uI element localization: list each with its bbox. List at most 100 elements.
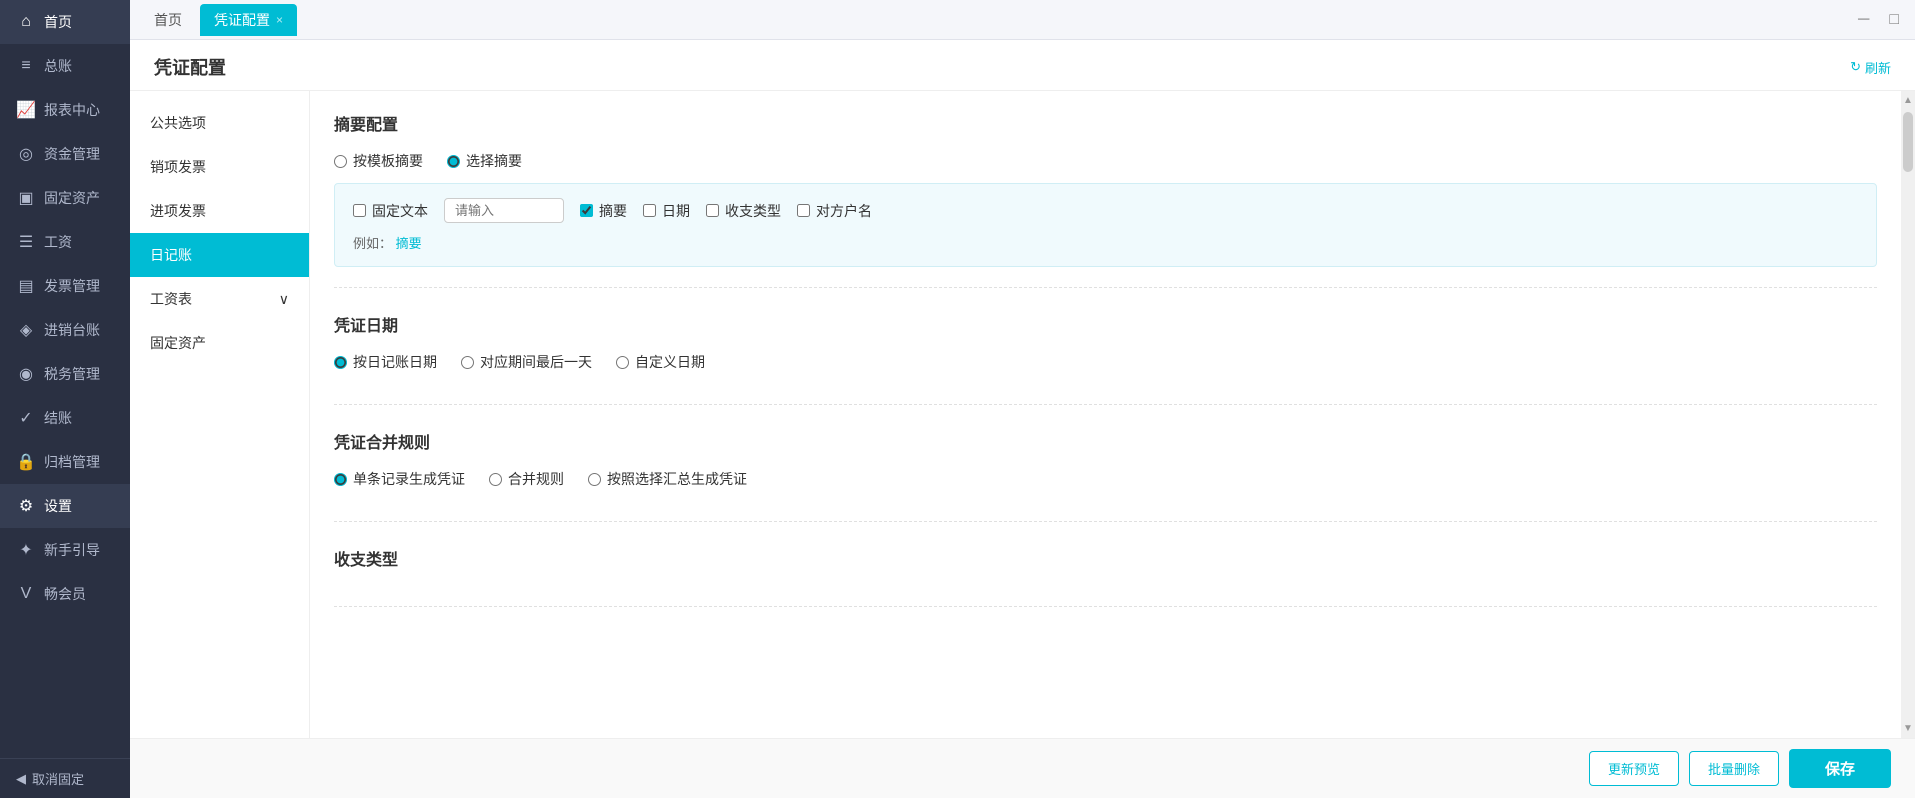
scroll-thumb[interactable] [1903,112,1913,172]
tab-bar: 首页 凭证配置 × ─ □ [130,0,1915,40]
summary-mode-options: 按模板摘要 选择摘要 [334,151,1877,171]
sidebar: ⌂ 首页 ≡ 总账 📈 报表中心 ◎ 资金管理 ▣ 固定资产 ☰ 工资 ▤ 发票… [0,0,130,798]
bottom-bar: 更新预览 批量删除 保存 [130,738,1915,798]
voucher-date-title: 凭证日期 [334,312,1877,336]
checkbox-date-label[interactable]: 日期 [643,201,690,221]
radio-choose-summary[interactable]: 选择摘要 [447,151,522,171]
main-area: 首页 凭证配置 × ─ □ 凭证配置 ↻ 刷新 公共选项 销项发票 进项 [130,0,1915,798]
save-button[interactable]: 保存 [1789,749,1891,788]
assets-icon: ▣ [16,188,36,208]
section-income-expense: 收支类型 [334,546,1877,607]
radio-by-selection[interactable]: 按照选择汇总生成凭证 [588,469,747,489]
sidebar-item-fund-management[interactable]: ◎ 资金管理 [0,132,130,176]
radio-last-day-input[interactable] [461,356,474,369]
left-nav: 公共选项 销项发票 进项发票 日记账 工资表 ∨ 固定资产 [130,91,310,738]
sidebar-item-settings[interactable]: ⚙ 设置 [0,484,130,528]
left-nav-journal[interactable]: 日记账 [130,233,309,277]
page-title: 凭证配置 [154,54,226,80]
checkbox-counterpart[interactable] [797,204,810,217]
radio-merge-rule[interactable]: 合并规则 [489,469,564,489]
checkbox-income-type[interactable] [706,204,719,217]
scroll-track: ▲ ▼ [1901,91,1915,738]
checkbox-date[interactable] [643,204,656,217]
sales-icon: ◈ [16,320,36,340]
checkbox-counterpart-label[interactable]: 对方户名 [797,201,872,221]
sidebar-item-report-center[interactable]: 📈 报表中心 [0,88,130,132]
sidebar-item-home[interactable]: ⌂ 首页 [0,0,130,44]
archive-icon: 🔒 [16,452,36,472]
radio-merge-rule-input[interactable] [489,473,502,486]
invoice-icon: ▤ [16,276,36,296]
settings-icon: ⚙ [16,496,36,516]
fund-icon: ◎ [16,144,36,164]
sidebar-item-tax-management[interactable]: ◉ 税务管理 [0,352,130,396]
left-nav-sales-invoice[interactable]: 销项发票 [130,145,309,189]
fixed-text-input[interactable] [444,198,564,223]
right-content: 摘要配置 按模板摘要 选择摘要 固定文本 [310,91,1901,738]
left-nav-purchase-invoice[interactable]: 进项发票 [130,189,309,233]
radio-by-selection-input[interactable] [588,473,601,486]
summary-config-row: 固定文本 摘要 日期 收支类型 [353,198,1858,223]
left-nav-payroll-table[interactable]: 工资表 ∨ [130,277,309,321]
tab-home[interactable]: 首页 [140,4,196,36]
checkbox-income-type-label[interactable]: 收支类型 [706,201,781,221]
ledger-icon: ≡ [16,57,36,75]
report-icon: 📈 [16,100,36,120]
radio-by-journal-date[interactable]: 按日记账日期 [334,352,437,372]
sidebar-item-close-account[interactable]: ✓ 结账 [0,396,130,440]
radio-last-day[interactable]: 对应期间最后一天 [461,352,592,372]
summary-config-title: 摘要配置 [334,111,1877,135]
income-expense-title: 收支类型 [334,546,1877,570]
summary-example: 例如： 摘要 [353,233,1858,252]
content-layout: 公共选项 销项发票 进项发票 日记账 工资表 ∨ 固定资产 摘要配置 [130,91,1915,738]
pin-icon: ◀ [16,771,26,787]
tab-voucher-config[interactable]: 凭证配置 × [200,4,297,36]
checkbox-summary[interactable] [580,204,593,217]
radio-template-summary[interactable]: 按模板摘要 [334,151,423,171]
voucher-merge-title: 凭证合并规则 [334,429,1877,453]
left-nav-public-options[interactable]: 公共选项 [130,101,309,145]
radio-template-summary-input[interactable] [334,155,347,168]
checkbox-fixed-text[interactable] [353,204,366,217]
tax-icon: ◉ [16,364,36,384]
home-icon: ⌂ [16,13,36,31]
sidebar-item-new-guide[interactable]: ✦ 新手引导 [0,528,130,572]
checkbox-fixed-text-label[interactable]: 固定文本 [353,201,428,221]
sidebar-item-general-ledger[interactable]: ≡ 总账 [0,44,130,88]
chevron-down-icon: ∨ [279,291,289,308]
radio-custom-date-input[interactable] [616,356,629,369]
radio-custom-date[interactable]: 自定义日期 [616,352,705,372]
refresh-icon: ↻ [1850,59,1861,75]
sidebar-item-sales-purchase[interactable]: ◈ 进销台账 [0,308,130,352]
maximize-button[interactable]: □ [1883,7,1905,33]
sidebar-unpin-button[interactable]: ◀ 取消固定 [0,758,130,798]
scroll-up-arrow[interactable]: ▲ [1901,93,1915,108]
close-account-icon: ✓ [16,408,36,428]
vip-icon: V [16,585,36,603]
radio-choose-summary-input[interactable] [447,155,460,168]
update-preview-button[interactable]: 更新预览 [1589,751,1679,786]
sidebar-item-payroll[interactable]: ☰ 工资 [0,220,130,264]
voucher-merge-options: 单条记录生成凭证 合并规则 按照选择汇总生成凭证 [334,469,1877,489]
sidebar-item-invoice-management[interactable]: ▤ 发票管理 [0,264,130,308]
guide-icon: ✦ [16,540,36,560]
summary-config-box: 固定文本 摘要 日期 收支类型 [334,183,1877,267]
voucher-date-options: 按日记账日期 对应期间最后一天 自定义日期 [334,352,1877,372]
checkbox-summary-label[interactable]: 摘要 [580,201,627,221]
left-nav-fixed-assets[interactable]: 固定资产 [130,321,309,365]
refresh-button[interactable]: ↻ 刷新 [1850,58,1891,77]
section-summary-config: 摘要配置 按模板摘要 选择摘要 固定文本 [334,111,1877,288]
radio-single-record[interactable]: 单条记录生成凭证 [334,469,465,489]
radio-single-record-input[interactable] [334,473,347,486]
sidebar-item-vip[interactable]: V 畅会员 [0,572,130,616]
batch-delete-button[interactable]: 批量删除 [1689,751,1779,786]
minimize-button[interactable]: ─ [1852,7,1875,33]
sidebar-item-archive-management[interactable]: 🔒 归档管理 [0,440,130,484]
radio-by-journal-date-input[interactable] [334,356,347,369]
scroll-down-arrow[interactable]: ▼ [1901,721,1915,736]
section-voucher-merge: 凭证合并规则 单条记录生成凭证 合并规则 按照选择汇总生成凭证 [334,429,1877,522]
tab-bar-actions: ─ □ [1852,7,1905,33]
tab-close-icon[interactable]: × [276,13,283,27]
sidebar-item-fixed-assets[interactable]: ▣ 固定资产 [0,176,130,220]
page-header: 凭证配置 ↻ 刷新 [130,40,1915,91]
